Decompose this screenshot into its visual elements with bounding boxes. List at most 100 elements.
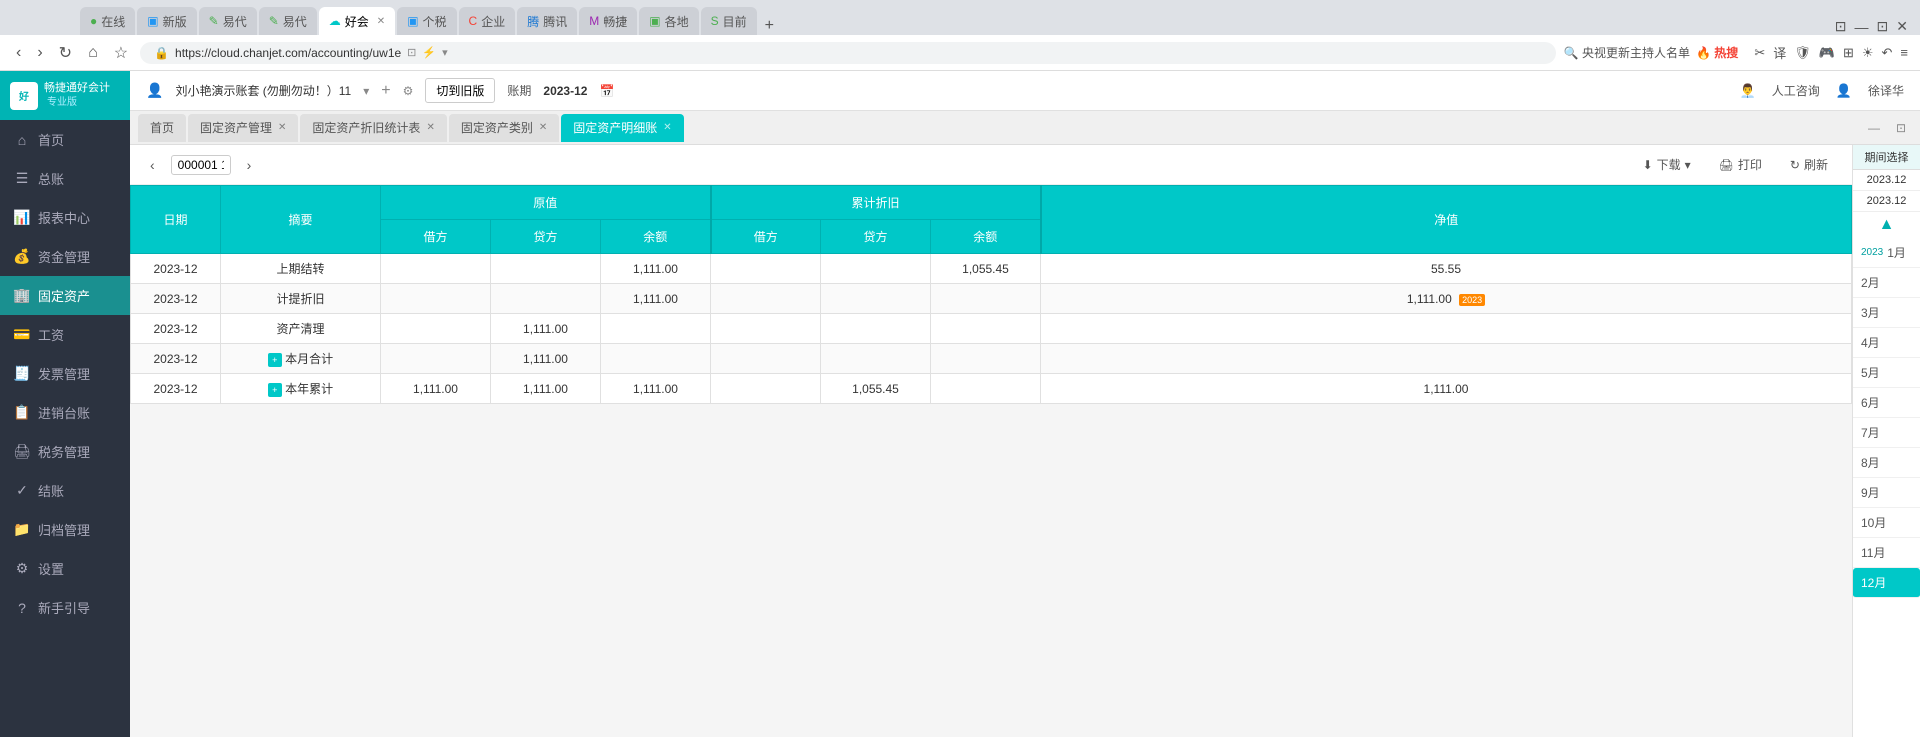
tab-detail-ledger[interactable]: 固定资产明细账 ✕ [561, 114, 683, 142]
period-month-4[interactable]: 4月 [1853, 328, 1920, 358]
period-month-5[interactable]: 5月 [1853, 358, 1920, 388]
browser-tab-yidai1[interactable]: ✎ 易代 [199, 7, 257, 35]
sidebar-item-reports[interactable]: 📊 报表中心 [0, 198, 130, 237]
sidebar-item-general-ledger[interactable]: ☰ 总账 [0, 159, 130, 198]
period-month-12[interactable]: 12月 [1853, 568, 1920, 598]
browser-tab-changjie[interactable]: M 畅捷 [579, 7, 637, 35]
minimize-panel-button[interactable]: — [1862, 119, 1886, 137]
calendar-icon[interactable]: 📅 [599, 84, 614, 98]
col-orig-debit: 借方 [381, 220, 491, 254]
browser-tab-tengxun[interactable]: 腾 腾讯 [517, 7, 577, 35]
close-tab-cat-icon[interactable]: ✕ [539, 122, 547, 133]
col-accum-debit: 借方 [711, 220, 821, 254]
refresh-button[interactable]: ↻ 刷新 [1782, 153, 1836, 176]
yearly-total-icon: + [268, 383, 282, 397]
sidebar-item-sales[interactable]: 📋 进销台账 [0, 393, 130, 432]
col-net-value: 净值 [1041, 186, 1852, 254]
switch-version-button[interactable]: 切到旧版 [425, 78, 495, 103]
browser-tabs-row: ● 在线 ▣ 新版 ✎ 易代 ✎ 易代 ☁ 好会 ✕ ▣ 个税 C 企业 腾 腾… [0, 0, 1920, 35]
home-button[interactable]: ⌂ [84, 42, 102, 64]
settings-small-icon[interactable]: ⚙ [403, 84, 414, 98]
maximize-panel-button[interactable]: ⊡ [1890, 119, 1912, 137]
period-selected-end: 2023.12 [1853, 191, 1920, 212]
refresh-browser-button[interactable]: ↻ [55, 41, 76, 65]
sidebar-item-guide[interactable]: ? 新手引导 [0, 588, 130, 627]
browser-tab-gedi[interactable]: ▣ 各地 [639, 7, 698, 35]
browser-tab-muqian[interactable]: S 目前 [701, 7, 757, 35]
tab-actions-right: — ⊡ [1862, 119, 1912, 137]
sidebar-item-archive[interactable]: 📁 归档管理 [0, 510, 130, 549]
browser-extension-icons: ✂ 译 🛡 🎮 ⊞ ☀ ↶ ≡ [1754, 43, 1908, 62]
add-account-button[interactable]: + [381, 82, 390, 100]
period-month-8[interactable]: 8月 [1853, 448, 1920, 478]
browser-search-area: 🔍 央视更新主持人名单 🔥 热搜 [1564, 44, 1739, 61]
table-row: 2023-12 上期结转 1,111.00 1,055.45 55.55 [131, 254, 1852, 284]
sidebar-item-close-period[interactable]: ✓ 结账 [0, 471, 130, 510]
next-page-button[interactable]: › [243, 155, 256, 175]
col-orig-balance: 余额 [601, 220, 711, 254]
tabs-bar: 首页 固定资产管理 ✕ 固定资产折旧统计表 ✕ 固定资产类别 ✕ 固定资产明细账… [130, 111, 1920, 145]
browser-tab-haohui[interactable]: ☁ 好会 ✕ [319, 7, 395, 35]
browser-tab-geshui[interactable]: ▣ 个税 [397, 7, 456, 35]
toolbar-right: ⬇ 下载 ▾ 🖨 打印 ↻ 刷新 [1635, 153, 1836, 176]
sales-icon: 📋 [14, 405, 30, 421]
prev-page-button[interactable]: ‹ [146, 155, 159, 175]
browser-tab-yidai2[interactable]: ✎ 易代 [259, 7, 317, 35]
tab-fixed-assets-mgmt[interactable]: 固定资产管理 ✕ [188, 114, 298, 142]
sidebar-item-payroll[interactable]: 💳 工资 [0, 315, 130, 354]
scroll-up-button[interactable]: ▲ [1853, 212, 1920, 238]
period-month-11[interactable]: 11月 [1853, 538, 1920, 568]
invoice-icon: 🧾 [14, 366, 30, 382]
guide-icon: ? [14, 600, 30, 616]
browser-tab-new[interactable]: ▣ 新版 [137, 7, 196, 35]
address-bar[interactable]: 🔒 https://cloud.chanjet.com/accounting/u… [140, 42, 1556, 64]
tab-depreciation-stats[interactable]: 固定资产折旧统计表 ✕ [300, 114, 446, 142]
support-link[interactable]: 人工咨询 [1772, 82, 1820, 99]
table-row: 2023-12 资产清理 1,111.00 [131, 314, 1852, 344]
close-tab-detail-icon[interactable]: ✕ [663, 122, 671, 133]
back-button[interactable]: ‹ [12, 42, 25, 64]
dropdown-icon[interactable]: ▾ [363, 84, 369, 98]
print-button[interactable]: 🖨 打印 [1711, 153, 1770, 176]
close-tab-icon[interactable]: ✕ [377, 16, 385, 27]
new-tab-button[interactable]: + [759, 17, 780, 35]
period-header: 期间选择 [1853, 145, 1920, 170]
period-month-9[interactable]: 9月 [1853, 478, 1920, 508]
sidebar-item-tax[interactable]: 🖨 税务管理 [0, 432, 130, 471]
sidebar-menu: ⌂ 首页 ☰ 总账 📊 报表中心 💰 资金管理 🏢 固定资产 💳 工资 [0, 120, 130, 737]
page-input[interactable] [171, 155, 231, 175]
close-tab-mgmt-icon[interactable]: ✕ [278, 122, 286, 133]
close-tab-dep-icon[interactable]: ✕ [426, 122, 434, 133]
period-month-2[interactable]: 2月 [1853, 268, 1920, 298]
table-row: 2023-12 计提折旧 1,111.00 1,111.00 2023 [131, 284, 1852, 314]
user-avatar-icon: 👤 [1836, 83, 1852, 99]
browser-tab-online[interactable]: ● 在线 [80, 7, 135, 35]
sidebar-item-home[interactable]: ⌂ 首页 [0, 120, 130, 159]
sidebar-item-funds[interactable]: 💰 资金管理 [0, 237, 130, 276]
year-label: 2023 [1861, 247, 1883, 258]
payroll-icon: 💳 [14, 327, 30, 343]
logo-subtext: 专业版 [44, 95, 110, 110]
period-month-1[interactable]: 2023 1月 [1853, 238, 1920, 268]
ledger-table: 日期 摘要 原值 累计折旧 净值 借方 贷方 余额 借方 贷方 余额 [130, 185, 1852, 404]
period-month-3[interactable]: 3月 [1853, 298, 1920, 328]
sidebar-item-settings[interactable]: ⚙ 设置 [0, 549, 130, 588]
app-container: 好 畅捷通好会计 专业版 ⌂ 首页 ☰ 总账 📊 报表中心 💰 资金管理 [0, 71, 1920, 737]
period-month-7[interactable]: 7月 [1853, 418, 1920, 448]
tab-category[interactable]: 固定资产类别 ✕ [449, 114, 559, 142]
period-label: 账期 [507, 82, 531, 99]
tab-home[interactable]: 首页 [138, 114, 186, 142]
bookmark-button[interactable]: ☆ [110, 41, 132, 65]
sidebar-item-fixed-assets[interactable]: 🏢 固定资产 [0, 276, 130, 315]
sidebar-item-invoice[interactable]: 🧾 发票管理 [0, 354, 130, 393]
forward-button[interactable]: › [33, 42, 46, 64]
col-accumulated-dep: 累计折旧 [711, 186, 1041, 220]
ledger-main: ‹ › ⬇ 下载 ▾ 🖨 打印 ↻ [130, 145, 1852, 737]
period-month-6[interactable]: 6月 [1853, 388, 1920, 418]
user-info[interactable]: 徐译华 [1868, 82, 1904, 99]
browser-tab-qiye[interactable]: C 企业 [459, 7, 516, 35]
reports-icon: 📊 [14, 210, 30, 226]
account-icon: 👤 [146, 82, 163, 99]
download-button[interactable]: ⬇ 下载 ▾ [1635, 153, 1699, 176]
period-month-10[interactable]: 10月 [1853, 508, 1920, 538]
